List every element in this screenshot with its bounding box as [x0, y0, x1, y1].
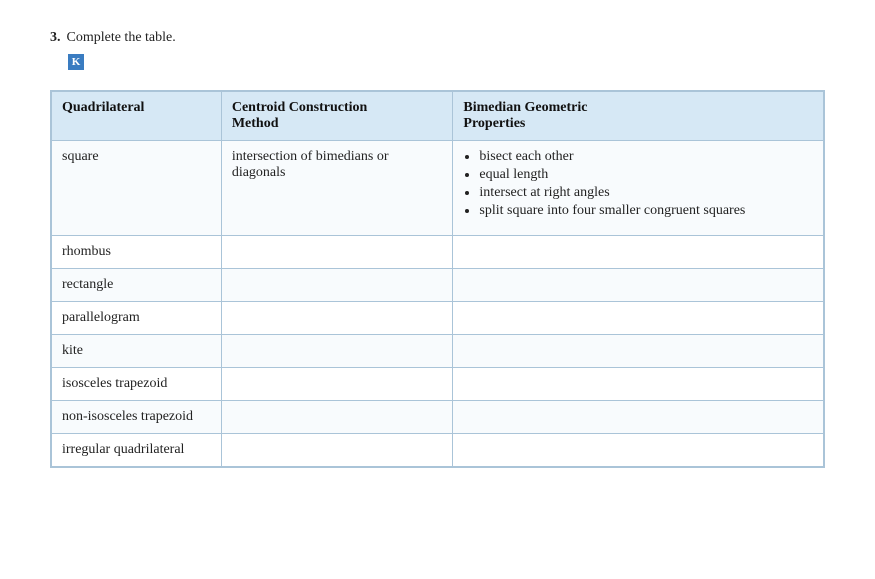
header-centroid-line2: Method — [232, 116, 279, 131]
quadrilateral-label: non-isosceles trapezoid — [62, 409, 193, 424]
instruction-line: 3. Complete the table. — [50, 30, 825, 46]
table-row: irregular quadrilateral — [52, 434, 824, 467]
table-wrapper: Quadrilateral Centroid Construction Meth… — [50, 90, 825, 468]
bullet-item: intersect at right angles — [479, 185, 813, 201]
cell-bimedian — [453, 269, 824, 302]
instruction-number: 3. — [50, 30, 61, 46]
header-row: Quadrilateral Centroid Construction Meth… — [52, 92, 824, 141]
cell-centroid — [221, 269, 453, 302]
quadrilateral-label: rhombus — [62, 244, 111, 259]
cell-centroid — [221, 335, 453, 368]
bullet-item: equal length — [479, 167, 813, 183]
quadrilateral-label: square — [62, 149, 99, 164]
cell-bimedian — [453, 302, 824, 335]
cell-quadrilateral: isosceles trapezoid — [52, 368, 222, 401]
cell-centroid — [221, 368, 453, 401]
cell-quadrilateral: rhombus — [52, 236, 222, 269]
cell-centroid: intersection of bimedians or diagonals — [221, 141, 453, 236]
quadrilateral-label: kite — [62, 343, 83, 358]
cell-bimedian — [453, 401, 824, 434]
cell-centroid — [221, 236, 453, 269]
cell-quadrilateral: square — [52, 141, 222, 236]
quadrilateral-label: rectangle — [62, 277, 113, 292]
quadrilateral-label: parallelogram — [62, 310, 140, 325]
cell-quadrilateral: irregular quadrilateral — [52, 434, 222, 467]
quadrilateral-label: irregular quadrilateral — [62, 442, 184, 457]
table-row: isosceles trapezoid — [52, 368, 824, 401]
instruction-text: Complete the table. — [67, 30, 176, 46]
cell-bimedian — [453, 368, 824, 401]
k-badge: K — [68, 54, 84, 70]
quadrilateral-label: isosceles trapezoid — [62, 376, 167, 391]
header-bimedian-line1: Bimedian Geometric — [463, 100, 587, 115]
cell-bimedian — [453, 335, 824, 368]
table-row: square intersection of bimedians or diag… — [52, 141, 824, 236]
table-header: Quadrilateral Centroid Construction Meth… — [52, 92, 824, 141]
table-row: rhombus — [52, 236, 824, 269]
main-table: Quadrilateral Centroid Construction Meth… — [51, 91, 824, 467]
bimedian-bullet-list: bisect each other equal length intersect… — [463, 149, 813, 219]
cell-bimedian: bisect each other equal length intersect… — [453, 141, 824, 236]
cell-quadrilateral: parallelogram — [52, 302, 222, 335]
table-row: rectangle — [52, 269, 824, 302]
centroid-method-text: intersection of bimedians or diagonals — [232, 149, 389, 180]
header-centroid: Centroid Construction Method — [221, 92, 453, 141]
cell-quadrilateral: kite — [52, 335, 222, 368]
table-body: square intersection of bimedians or diag… — [52, 141, 824, 467]
table-row: non-isosceles trapezoid — [52, 401, 824, 434]
table-row: parallelogram — [52, 302, 824, 335]
cell-quadrilateral: non-isosceles trapezoid — [52, 401, 222, 434]
table-row: kite — [52, 335, 824, 368]
cell-centroid — [221, 401, 453, 434]
header-bimedian-line2: Properties — [463, 116, 525, 131]
header-quadrilateral: Quadrilateral — [52, 92, 222, 141]
cell-centroid — [221, 302, 453, 335]
bullet-item: bisect each other — [479, 149, 813, 165]
cell-bimedian — [453, 236, 824, 269]
instruction-container: 3. Complete the table. K — [50, 30, 825, 80]
header-centroid-line1: Centroid Construction — [232, 100, 367, 115]
header-bimedian: Bimedian Geometric Properties — [453, 92, 824, 141]
bullet-item: split square into four smaller congruent… — [479, 203, 813, 219]
cell-quadrilateral: rectangle — [52, 269, 222, 302]
cell-centroid — [221, 434, 453, 467]
cell-bimedian — [453, 434, 824, 467]
